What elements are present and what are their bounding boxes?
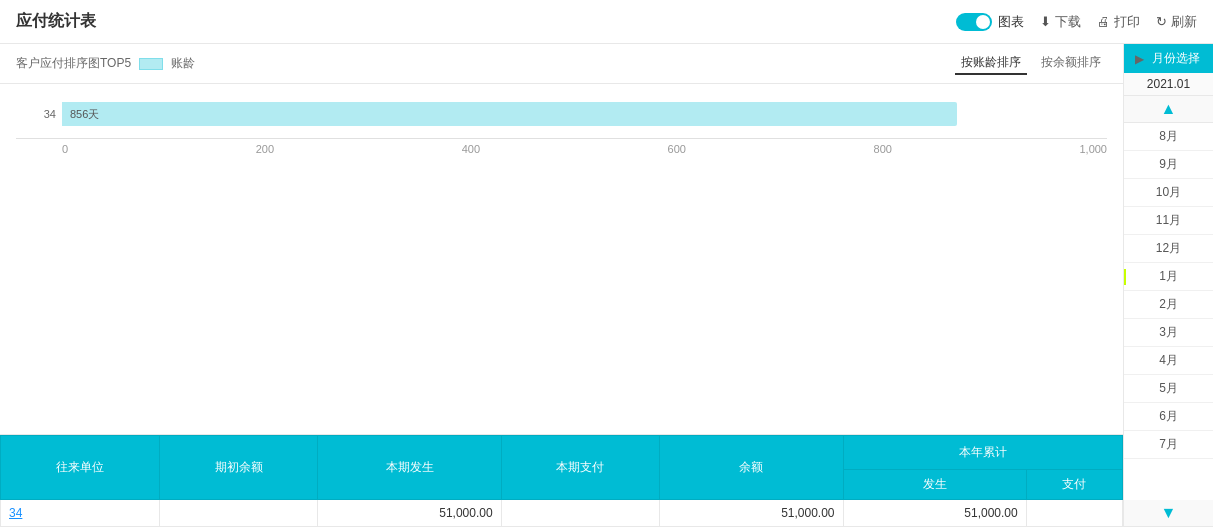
sidebar-item-sep[interactable]: 9月 [1124,151,1213,179]
download-icon: ⬇ [1040,14,1051,29]
td-ytd-pay [1026,500,1122,527]
th-balance: 余额 [660,436,843,500]
th-opening: 期初余额 [159,436,318,500]
x-tick-1000: 1,000 [1079,143,1107,155]
th-current-pay: 本期支付 [501,436,660,500]
chart-header: 客户应付排序图TOP5 账龄 按账龄排序 按余额排序 [0,44,1123,84]
th-current-occ: 本期发生 [318,436,501,500]
x-axis: 0 200 400 600 800 1,000 [16,138,1107,159]
legend-box [139,58,163,70]
chart-area: 客户应付排序图TOP5 账龄 按账龄排序 按余额排序 34 856天 [0,44,1123,527]
legend-box-label: 账龄 [171,55,195,72]
sidebar-item-apr[interactable]: 4月 [1124,347,1213,375]
main-content: 客户应付排序图TOP5 账龄 按账龄排序 按余额排序 34 856天 [0,44,1213,527]
table-area: 往来单位 期初余额 本期发生 本期支付 余额 本年累计 发生 支付 [0,434,1123,527]
refresh-icon: ↻ [1156,14,1167,29]
chart-bar-label-34: 34 [16,108,56,120]
sidebar-date-display[interactable]: 2021.01 [1124,73,1213,96]
sort-by-balance-button[interactable]: 按账龄排序 [955,52,1027,75]
chart-bar: 856天 [62,102,957,126]
sidebar-up-button[interactable]: ▲ [1124,96,1213,123]
chart-toggle[interactable] [956,13,992,31]
td-current-occ: 51,000.00 [318,500,501,527]
x-tick-800: 800 [874,143,892,155]
td-opening [159,500,318,527]
td-current-pay [501,500,660,527]
th-ytd-occ: 发生 [843,470,1026,500]
th-unit: 往来单位 [1,436,160,500]
sidebar-title: 月份选择 [1152,50,1200,67]
header: 应付统计表 图表 ⬇ 下载 🖨 打印 ↻ 刷新 [0,0,1213,44]
sidebar-item-dec[interactable]: 12月 [1124,235,1213,263]
print-button[interactable]: 🖨 打印 [1097,13,1140,31]
header-actions: 图表 ⬇ 下载 🖨 打印 ↻ 刷新 [956,13,1197,31]
chart-bar-value-label: 856天 [70,107,99,122]
download-label: 下载 [1055,13,1081,31]
sidebar-item-mar[interactable]: 3月 [1124,319,1213,347]
chart-legend: 客户应付排序图TOP5 账龄 [16,55,195,72]
sidebar-down-button[interactable]: ▼ [1124,500,1213,527]
table-wrapper: 往来单位 期初余额 本期发生 本期支付 余额 本年累计 发生 支付 [0,435,1123,527]
chart-sort-buttons: 按账龄排序 按余额排序 [955,52,1107,75]
sidebar-item-feb[interactable]: 2月 [1124,291,1213,319]
td-ytd-occ: 51,000.00 [843,500,1026,527]
sidebar-toggle-icon[interactable]: ▶ [1132,52,1146,66]
download-button[interactable]: ⬇ 下载 [1040,13,1081,31]
chart-canvas: 34 856天 0 200 400 600 800 1,000 [0,84,1123,434]
x-tick-200: 200 [256,143,274,155]
sidebar-item-jan[interactable]: 1月 [1124,263,1213,291]
sidebar-item-jun[interactable]: 6月 [1124,403,1213,431]
year-marker-2023: 2023 [1124,269,1126,285]
sidebar-item-oct[interactable]: 10月 [1124,179,1213,207]
sidebar-item-nov[interactable]: 11月 [1124,207,1213,235]
x-tick-600: 600 [668,143,686,155]
chart-toggle-label: 图表 [998,13,1024,31]
refresh-button[interactable]: ↻ 刷新 [1156,13,1197,31]
legend-label: 客户应付排序图TOP5 [16,55,131,72]
print-label: 打印 [1114,13,1140,31]
chart-bar-row: 34 856天 [16,94,1107,134]
sort-by-amount-button[interactable]: 按余额排序 [1035,52,1107,75]
sidebar-item-may[interactable]: 5月 [1124,375,1213,403]
chart-toggle-wrap[interactable]: 图表 [956,13,1024,31]
page-wrapper: 应付统计表 图表 ⬇ 下载 🖨 打印 ↻ 刷新 [0,0,1213,527]
chart-bar-container: 856天 [62,102,1107,126]
sidebar-item-jan-wrap: 2023 1月 [1124,263,1213,291]
th-ytd-pay: 支付 [1026,470,1122,500]
x-tick-400: 400 [462,143,480,155]
refresh-label: 刷新 [1171,13,1197,31]
sidebar-header: ▶ 月份选择 [1124,44,1213,73]
sidebar-item-aug[interactable]: 8月 [1124,123,1213,151]
td-unit[interactable]: 34 [1,500,160,527]
data-table: 往来单位 期初余额 本期发生 本期支付 余额 本年累计 发生 支付 [0,435,1123,527]
print-icon: 🖨 [1097,14,1110,29]
sidebar-month-list: 8月 9月 10月 11月 12月 2023 1月 2月 3月 4月 5月 6月… [1124,123,1213,500]
sidebar: ▶ 月份选择 2021.01 ▲ 8月 9月 10月 11月 12月 2023 … [1123,44,1213,527]
td-balance: 51,000.00 [660,500,843,527]
th-ytd: 本年累计 [843,436,1122,470]
x-tick-0: 0 [62,143,68,155]
table-row: 34 51,000.00 51,000.00 51,000.00 [1,500,1123,527]
sidebar-item-jul[interactable]: 7月 [1124,431,1213,459]
page-title: 应付统计表 [16,11,96,32]
